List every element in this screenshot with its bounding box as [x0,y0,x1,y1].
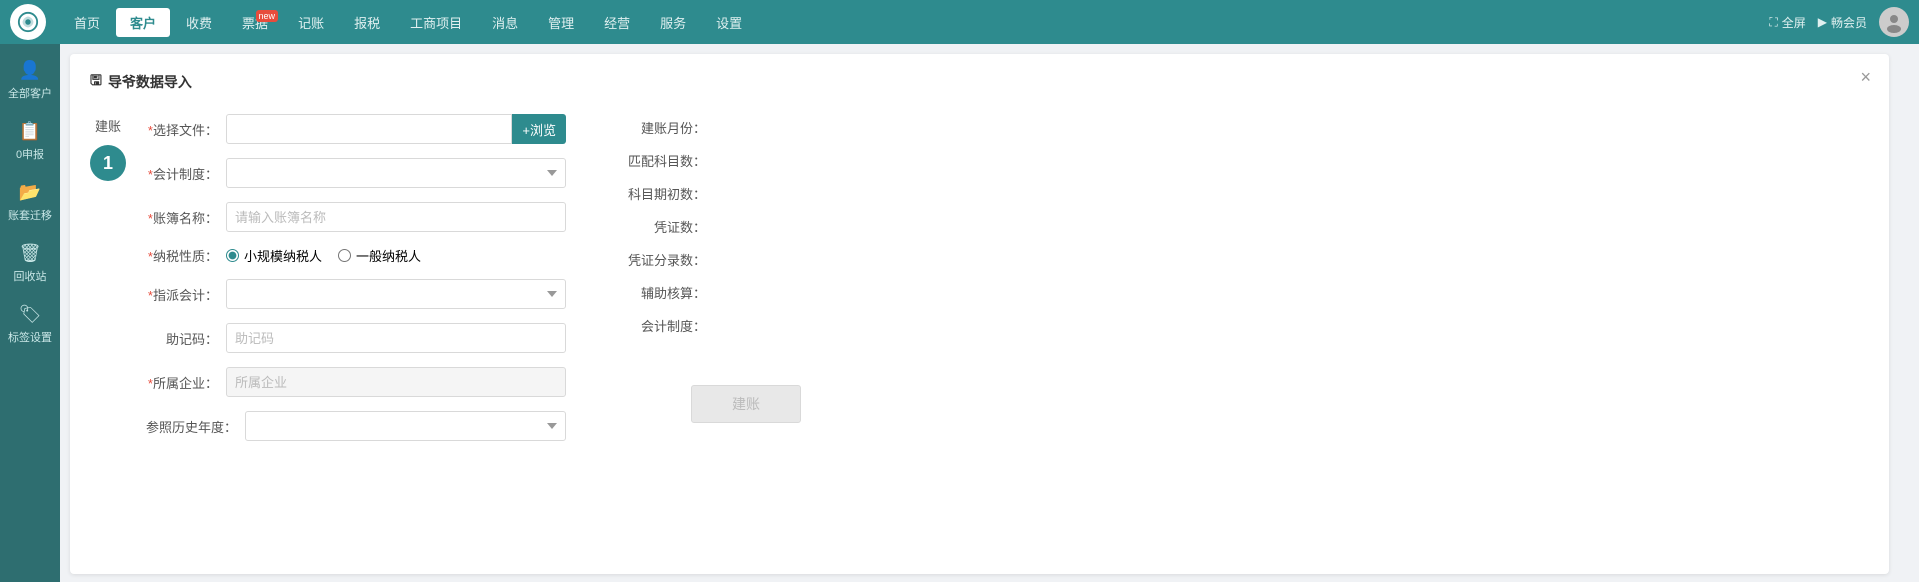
sidebar-item-zero-report[interactable]: 📋 0申报 [2,113,58,170]
nav-item-message[interactable]: 消息 [478,8,532,37]
nav-item-invoice[interactable]: 票据 new [228,8,282,37]
tax-nature-label: *纳税性质： [146,246,218,265]
user-avatar[interactable] [1879,7,1909,37]
memo-input[interactable] [226,323,566,353]
sidebar-item-account-migration[interactable]: 📂 账套迁移 [2,174,58,231]
build-account-button[interactable]: 建账 [691,385,801,423]
vouchers-row: 凭证数： [616,217,876,236]
browse-button[interactable]: +浏览 [512,114,566,144]
nav-item-fee[interactable]: 收费 [172,8,226,37]
tax-general-option[interactable]: 一般纳税人 [338,246,421,265]
memo-row: 助记码： [146,323,566,353]
nav-item-service[interactable]: 服务 [646,8,700,37]
nav-item-settings[interactable]: 设置 [702,8,756,37]
right-panel: 建账月份： 匹配科目数： 科目期初数： 凭证数： [596,114,876,441]
sidebar: 👤 全部客户 📋 0申报 📂 账套迁移 🗑 回收站 🏷 标签设置 [0,44,60,582]
tax-small-radio[interactable] [226,249,239,262]
sidebar-item-recycle[interactable]: 🗑 回收站 [2,235,58,292]
nav-item-commerce[interactable]: 工商项目 [396,8,476,37]
file-row: *选择文件： +浏览 [146,114,566,144]
ref-year-select[interactable] [245,411,566,441]
company-label: *所属企业： [146,373,218,392]
file-input[interactable] [226,114,512,144]
memo-label: 助记码： [146,329,218,348]
close-button[interactable]: × [1860,68,1871,86]
ledger-name-input[interactable] [226,202,566,232]
company-input[interactable] [226,367,566,397]
accounting-system-select[interactable] [226,158,566,188]
nav-item-tax[interactable]: 报税 [340,8,394,37]
accountant-row: *指派会计： [146,279,566,309]
nav-item-customer[interactable]: 客户 [116,8,170,37]
import-dialog: 🖫 导爷数据导入 × 建账 1 *选择文件： [70,54,1889,574]
dialog-title: 🖫 导爷数据导入 [90,70,1869,94]
accounting-system-row: *会计制度： [146,158,566,188]
ref-year-row: 参照历史年度： [146,411,566,441]
tax-radio-group: 小规模纳税人 一般纳税人 [226,246,421,265]
company-row: *所属企业： [146,367,566,397]
build-btn-container: 建账 [616,365,876,423]
nav-items-list: 首页 客户 收费 票据 new 记账 报税 工商项目 消息 管理 经营 服务 设… [60,8,1769,37]
form-left: 建账 1 *选择文件： +浏览 [90,114,566,441]
member-icon: ▶ [1818,15,1827,29]
voucher-entries-label: 凭证分录数： [616,250,706,269]
build-month-label: 建账月份： [616,118,706,137]
step-badge: 1 [90,145,126,181]
period-init-row: 科目期初数： [616,184,876,203]
info-accounting-system-label: 会计制度： [616,316,706,335]
account-migration-icon: 📂 [19,182,41,203]
form-outer: 建账 1 *选择文件： +浏览 [90,114,1869,441]
tax-general-radio[interactable] [338,249,351,262]
info-panel: 建账月份： 匹配科目数： 科目期初数： 凭证数： [616,114,876,335]
import-icon: 🖫 [90,70,102,94]
ledger-name-row: *账簿名称： [146,202,566,232]
member-button[interactable]: ▶ 畅会员 [1818,14,1867,31]
new-badge: new [256,10,279,22]
all-customers-icon: 👤 [19,60,41,81]
app-logo[interactable] [10,4,46,40]
top-navigation: 首页 客户 收费 票据 new 记账 报税 工商项目 消息 管理 经营 服务 设… [0,0,1919,44]
fullscreen-button[interactable]: ⛶ 全屏 [1769,14,1805,31]
ref-year-label: 参照历史年度： [146,417,237,436]
aux-accounting-row: 辅助核算： [616,283,876,302]
vouchers-label: 凭证数： [616,217,706,236]
step-label: 建账 [95,116,121,135]
accountant-label: *指派会计： [146,285,218,304]
aux-accounting-label: 辅助核算： [616,283,706,302]
tag-settings-icon: 🏷 [19,304,42,325]
accountant-select[interactable] [226,279,566,309]
file-input-wrap: +浏览 [226,114,566,144]
form-fields: *选择文件： +浏览 *会计制度： [146,114,566,441]
voucher-entries-row: 凭证分录数： [616,250,876,269]
file-label: *选择文件： [146,120,218,139]
period-init-label: 科目期初数： [616,184,706,203]
accounting-system-label: *会计制度： [146,164,218,183]
nav-item-home[interactable]: 首页 [60,8,114,37]
main-content: 🖫 导爷数据导入 × 建账 1 *选择文件： [60,44,1919,582]
tax-small-option[interactable]: 小规模纳税人 [226,246,322,265]
info-accounting-system-row: 会计制度： [616,316,876,335]
sidebar-item-all-customers[interactable]: 👤 全部客户 [2,52,58,109]
nav-right-actions: ⛶ 全屏 ▶ 畅会员 [1769,7,1909,37]
build-month-row: 建账月份： [616,118,876,137]
nav-item-operations[interactable]: 经营 [590,8,644,37]
match-subjects-label: 匹配科目数： [616,151,706,170]
match-subjects-row: 匹配科目数： [616,151,876,170]
sidebar-item-tag-settings[interactable]: 🏷 标签设置 [2,296,58,353]
nav-item-manage[interactable]: 管理 [534,8,588,37]
ledger-name-label: *账簿名称： [146,208,218,227]
zero-report-icon: 📋 [19,121,41,142]
nav-item-ledger[interactable]: 记账 [284,8,338,37]
tax-nature-row: *纳税性质： 小规模纳税人 一般纳税人 [146,246,566,265]
recycle-icon: 🗑 [19,243,42,264]
fullscreen-icon: ⛶ [1769,15,1777,30]
